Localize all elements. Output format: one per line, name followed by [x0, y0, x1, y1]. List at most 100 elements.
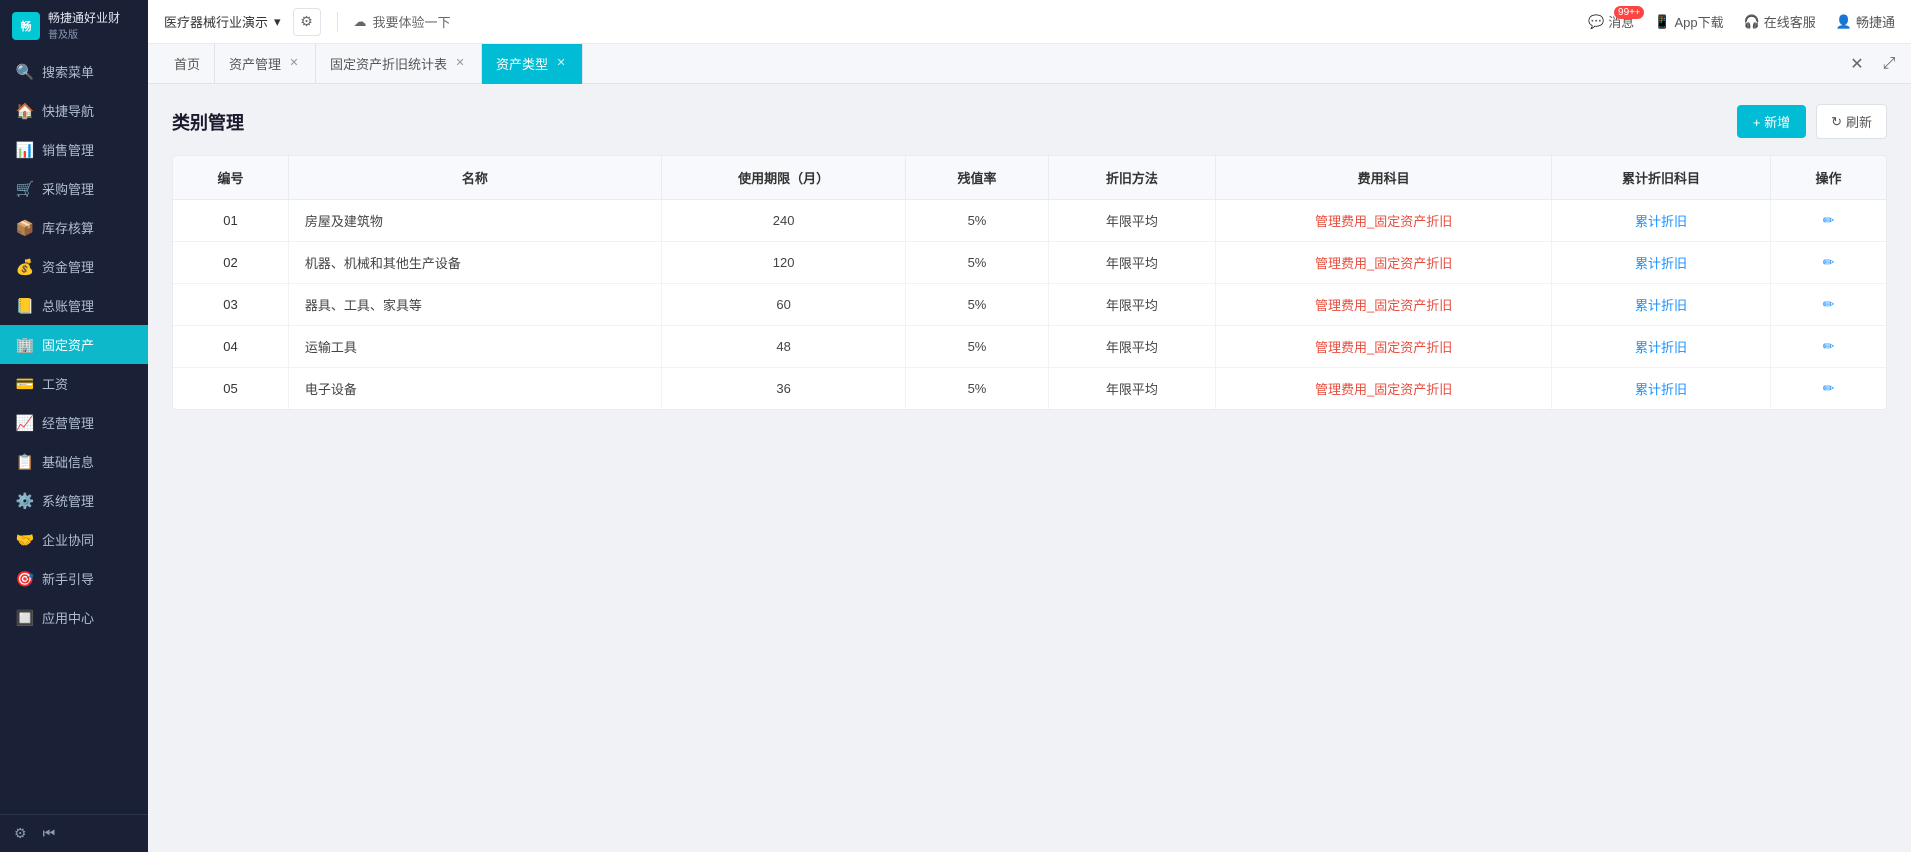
message-button[interactable]: 💬 消息 99++	[1588, 12, 1634, 31]
sidebar-item-inventory[interactable]: 📦 库存核算	[0, 208, 148, 247]
tab-label: 首页	[174, 54, 200, 73]
cell-accum: 累计折旧	[1552, 368, 1771, 410]
cell-method: 年限平均	[1048, 326, 1216, 368]
cell-name: 运输工具	[288, 326, 661, 368]
edit-icon[interactable]: ✏	[1823, 338, 1835, 354]
message-badge: 99++	[1614, 6, 1644, 19]
cell-accum: 累计折旧	[1552, 326, 1771, 368]
cell-name: 机器、机械和其他生产设备	[288, 242, 661, 284]
logo-icon: 畅	[12, 12, 40, 40]
sidebar-item-label: 资金管理	[42, 257, 94, 276]
sidebar-item-operations[interactable]: 📈 经营管理	[0, 403, 148, 442]
settings-button[interactable]: ⚙	[293, 8, 321, 36]
topbar-right: 💬 消息 99++ 📱 App下载 🎧 在线客服 👤 畅捷通	[1588, 12, 1895, 31]
experience-label: 我要体验一下	[373, 12, 451, 31]
tabbar: 首页资产管理✕固定资产折旧统计表✕资产类型✕ ✕ ⤢	[148, 44, 1911, 84]
sidebar-item-label: 应用中心	[42, 608, 94, 627]
sidebar-item-quicknav[interactable]: 🏠 快捷导航	[0, 91, 148, 130]
phone-icon: 📱	[1654, 14, 1670, 30]
cell-action[interactable]: ✏	[1771, 368, 1886, 410]
refresh-button[interactable]: ↻ 刷新	[1816, 104, 1887, 139]
sidebar-item-label: 基础信息	[42, 452, 94, 471]
sidebar-item-apps[interactable]: 🔲 应用中心	[0, 598, 148, 637]
edit-icon[interactable]: ✏	[1823, 380, 1835, 396]
edit-icon[interactable]: ✏	[1823, 254, 1835, 270]
tab-close-icon[interactable]: ✕	[453, 57, 467, 71]
cell-name: 电子设备	[288, 368, 661, 410]
demo-selector[interactable]: 医疗器械行业演示 ▾	[164, 12, 281, 31]
sidebar-item-label: 销售管理	[42, 140, 94, 159]
maximize-button[interactable]: ⤢	[1875, 50, 1903, 78]
sidebar-item-enterprise[interactable]: 🤝 企业协同	[0, 520, 148, 559]
cell-action[interactable]: ✏	[1771, 200, 1886, 242]
sidebar-item-salary[interactable]: 💳 工资	[0, 364, 148, 403]
close-tab-button[interactable]: ✕	[1843, 50, 1871, 78]
sidebar-item-purchase[interactable]: 🛒 采购管理	[0, 169, 148, 208]
demo-label: 医疗器械行业演示	[164, 12, 268, 31]
tab-close-icon[interactable]: ✕	[287, 57, 301, 71]
topbar: 医疗器械行业演示 ▾ ⚙ ☁ 我要体验一下 💬 消息 99++ 📱 App下载 …	[148, 0, 1911, 44]
sidebar-item-fixed[interactable]: 🏢 固定资产	[0, 325, 148, 364]
sidebar-item-sales[interactable]: 📊 销售管理	[0, 130, 148, 169]
tab-资产管理[interactable]: 资产管理✕	[215, 44, 316, 84]
table-row: 01 房屋及建筑物 240 5% 年限平均 管理费用_固定资产折旧 累计折旧 ✏	[173, 200, 1886, 242]
sidebar-item-ledger[interactable]: 📒 总账管理	[0, 286, 148, 325]
tab-close-icon[interactable]: ✕	[554, 57, 568, 71]
sidebar-item-label: 经营管理	[42, 413, 94, 432]
sidebar-item-basic[interactable]: 📋 基础信息	[0, 442, 148, 481]
cell-method: 年限平均	[1048, 200, 1216, 242]
tabbar-actions: ✕ ⤢	[1843, 50, 1911, 78]
new-button[interactable]: + 新增	[1737, 105, 1806, 138]
tab-固定资产折旧统计表[interactable]: 固定资产折旧统计表 ✕	[316, 44, 482, 84]
column-header-名称: 名称	[288, 156, 661, 200]
cell-residual: 5%	[906, 242, 1048, 284]
sidebar-item-label: 库存核算	[42, 218, 94, 237]
cell-cost: 管理费用_固定资产折旧	[1216, 368, 1552, 410]
main-content: 医疗器械行业演示 ▾ ⚙ ☁ 我要体验一下 💬 消息 99++ 📱 App下载 …	[148, 0, 1911, 852]
refresh-icon: ↻	[1831, 114, 1842, 130]
app-logo: 畅 畅捷通好业财 普及版	[0, 0, 148, 52]
sidebar: 畅 畅捷通好业财 普及版 🔍 搜索菜单 🏠 快捷导航 📊 销售管理 🛒 采购管理…	[0, 0, 148, 852]
app-download-button[interactable]: 📱 App下载	[1654, 12, 1723, 31]
inventory-icon: 📦	[16, 219, 34, 237]
sidebar-item-search[interactable]: 🔍 搜索菜单	[0, 52, 148, 91]
sidebar-item-label: 工资	[42, 374, 68, 393]
cell-action[interactable]: ✏	[1771, 242, 1886, 284]
customer-service-button[interactable]: 🎧 在线客服	[1744, 12, 1816, 31]
edit-icon[interactable]: ✏	[1823, 296, 1835, 312]
tab-资产类型[interactable]: 资产类型✕	[482, 44, 583, 84]
logo-badge: 普及版	[48, 26, 120, 41]
sidebar-item-system[interactable]: ⚙️ 系统管理	[0, 481, 148, 520]
cell-accum: 累计折旧	[1552, 200, 1771, 242]
cell-action[interactable]: ✏	[1771, 326, 1886, 368]
sidebar-item-label: 新手引导	[42, 569, 94, 588]
ledger-icon: 📒	[16, 297, 34, 315]
experience-button[interactable]: ☁ 我要体验一下	[354, 12, 451, 31]
cell-name: 房屋及建筑物	[288, 200, 661, 242]
sidebar-item-capital[interactable]: 💰 资金管理	[0, 247, 148, 286]
tab-首页[interactable]: 首页	[160, 44, 215, 84]
data-table-wrapper: 编号名称使用期限（月）残值率折旧方法费用科目累计折旧科目操作 01 房屋及建筑物…	[172, 155, 1887, 410]
edit-icon[interactable]: ✏	[1823, 212, 1835, 228]
cell-period: 48	[661, 326, 906, 368]
user-menu[interactable]: 👤 畅捷通	[1836, 12, 1895, 31]
collapse-icon[interactable]: ⏮	[43, 825, 56, 842]
cell-accum: 累计折旧	[1552, 242, 1771, 284]
settings-icon[interactable]: ⚙	[14, 825, 27, 842]
sidebar-item-label: 总账管理	[42, 296, 94, 315]
cell-period: 120	[661, 242, 906, 284]
cell-residual: 5%	[906, 284, 1048, 326]
cell-action[interactable]: ✏	[1771, 284, 1886, 326]
tab-label: 固定资产折旧统计表	[330, 54, 447, 73]
cell-code: 05	[173, 368, 288, 410]
cell-cost: 管理费用_固定资产折旧	[1216, 284, 1552, 326]
sidebar-item-guide[interactable]: 🎯 新手引导	[0, 559, 148, 598]
cell-period: 240	[661, 200, 906, 242]
chevron-down-icon: ▾	[274, 14, 281, 30]
column-header-编号: 编号	[173, 156, 288, 200]
column-header-使用期限（月）: 使用期限（月）	[661, 156, 906, 200]
page-title: 类别管理	[172, 109, 244, 135]
salary-icon: 💳	[16, 375, 34, 393]
user-label: 畅捷通	[1856, 12, 1895, 31]
sidebar-footer: ⚙ ⏮	[0, 814, 148, 852]
